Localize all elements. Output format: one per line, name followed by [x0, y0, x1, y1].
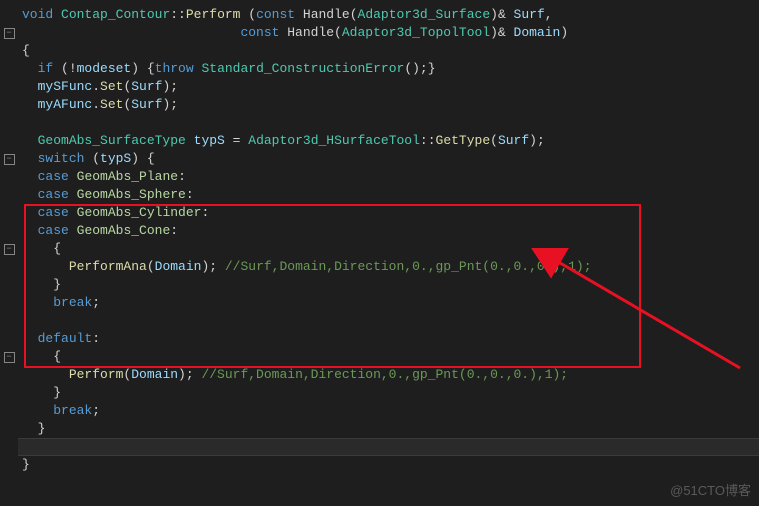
- fold-toggle[interactable]: −: [0, 150, 18, 168]
- code-line: [22, 312, 759, 330]
- code-line: myAFunc.Set(Surf);: [22, 96, 759, 114]
- code-line: if (!modeset) {throw Standard_Constructi…: [22, 60, 759, 78]
- code-line: switch (typS) {: [22, 150, 759, 168]
- code-line: const Handle(Adaptor3d_TopolTool)& Domai…: [22, 24, 759, 42]
- code-line: break;: [22, 294, 759, 312]
- code-line: case GeomAbs_Plane:: [22, 168, 759, 186]
- code-line: }: [22, 456, 759, 474]
- code-line: GeomAbs_SurfaceType typS = Adaptor3d_HSu…: [22, 132, 759, 150]
- code-editor[interactable]: − − − − void Contap_Contour::Perform (co…: [0, 0, 759, 506]
- code-line: Perform(Domain); //Surf,Domain,Direction…: [22, 366, 759, 384]
- fold-toggle[interactable]: −: [0, 24, 18, 42]
- code-line: mySFunc.Set(Surf);: [22, 78, 759, 96]
- code-line: }: [22, 420, 759, 438]
- code-line: default:: [22, 330, 759, 348]
- fold-toggle[interactable]: −: [0, 240, 18, 258]
- code-line: {: [22, 240, 759, 258]
- code-line: [22, 114, 759, 132]
- code-line: {: [22, 42, 759, 60]
- code-content[interactable]: void Contap_Contour::Perform (const Hand…: [18, 0, 759, 506]
- code-line: case GeomAbs_Cylinder:: [22, 204, 759, 222]
- code-line: }: [22, 276, 759, 294]
- code-line: {: [22, 348, 759, 366]
- fold-toggle[interactable]: −: [0, 348, 18, 366]
- code-line: PerformAna(Domain); //Surf,Domain,Direct…: [22, 258, 759, 276]
- gutter: − − − −: [0, 0, 18, 506]
- code-line: break;: [22, 402, 759, 420]
- code-line: case GeomAbs_Cone:: [22, 222, 759, 240]
- current-line: [18, 438, 759, 456]
- code-line: }: [22, 384, 759, 402]
- watermark: @51CTO博客: [670, 482, 751, 500]
- code-line: void Contap_Contour::Perform (const Hand…: [22, 6, 759, 24]
- code-line: case GeomAbs_Sphere:: [22, 186, 759, 204]
